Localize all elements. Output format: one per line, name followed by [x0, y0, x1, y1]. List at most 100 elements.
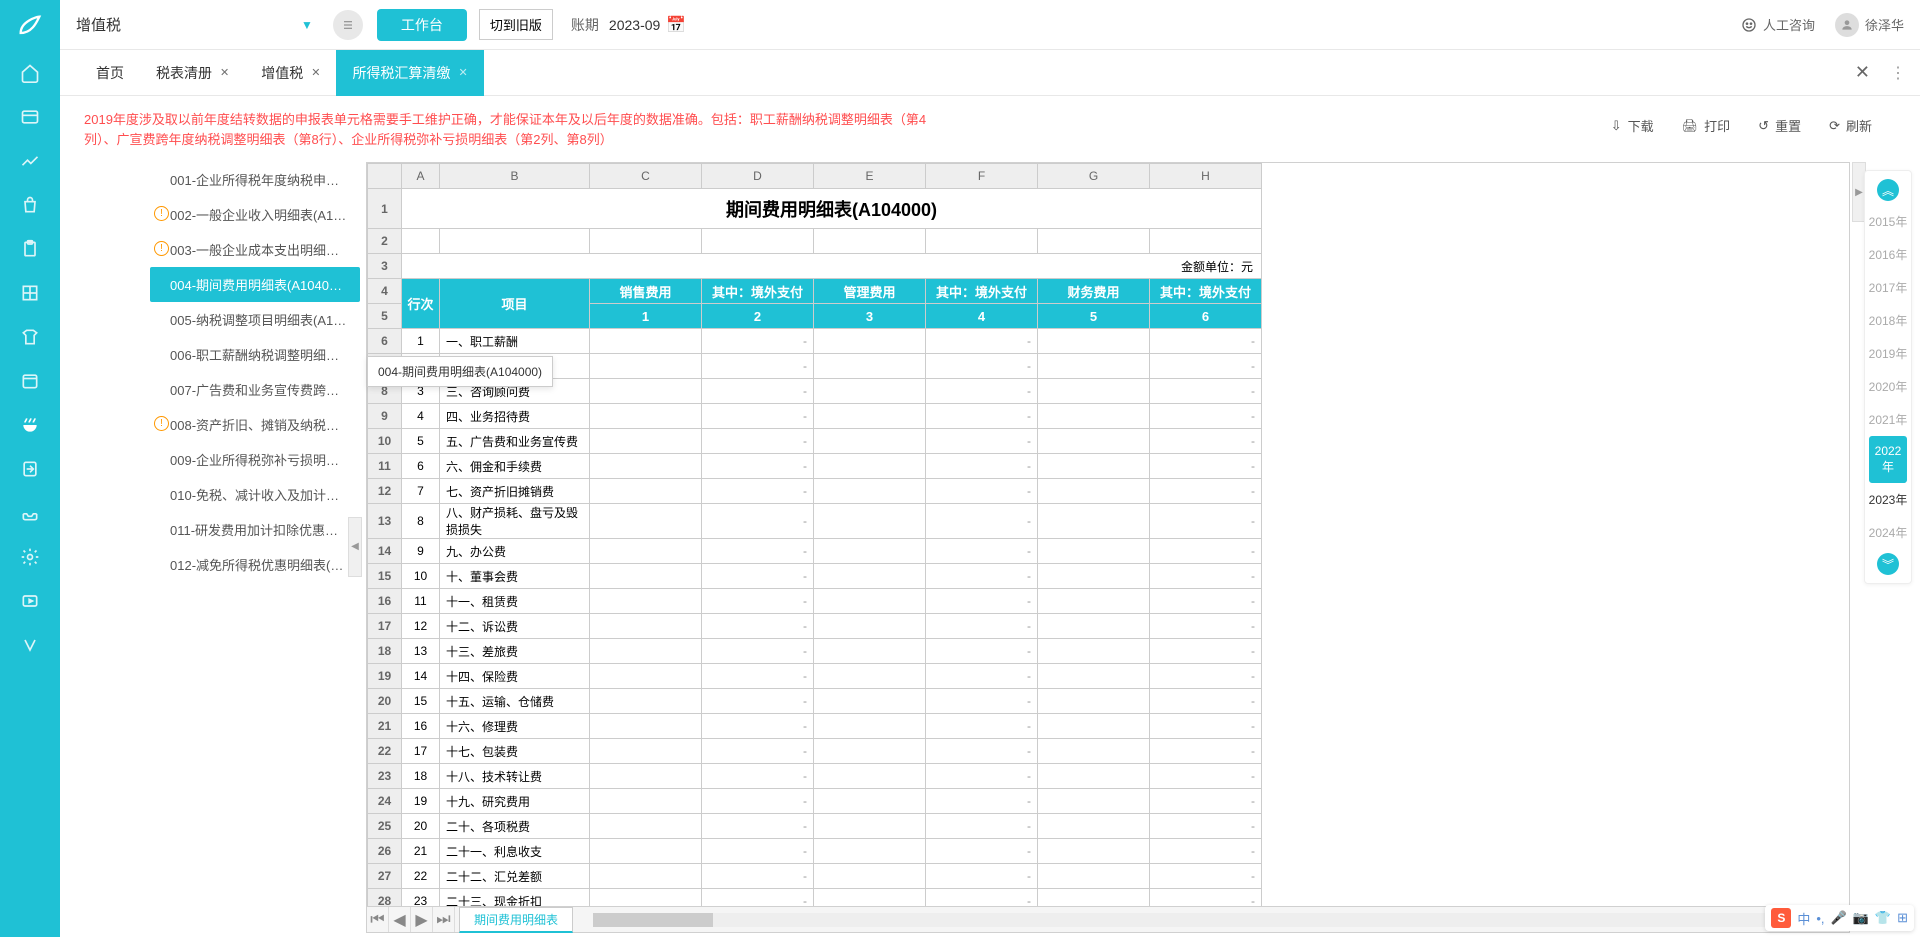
cell[interactable]: 十五、运输、仓储费 — [440, 689, 590, 714]
cell[interactable] — [814, 789, 926, 814]
cell[interactable]: - — [702, 889, 814, 907]
cell[interactable]: 项目 — [440, 279, 590, 329]
cell[interactable]: - — [1150, 814, 1262, 839]
cell[interactable] — [814, 404, 926, 429]
print-button[interactable]: 🖨打印 — [1682, 116, 1731, 135]
cell[interactable]: - — [1150, 714, 1262, 739]
cell[interactable] — [590, 889, 702, 907]
cell[interactable]: 15 — [402, 689, 440, 714]
home-icon[interactable] — [19, 62, 41, 84]
cell[interactable] — [590, 539, 702, 564]
consult-button[interactable]: 人工咨询 — [1741, 15, 1815, 34]
video-icon[interactable] — [19, 590, 41, 612]
cell[interactable] — [1038, 664, 1150, 689]
cell[interactable] — [814, 504, 926, 539]
cell[interactable]: - — [926, 454, 1038, 479]
cell[interactable] — [814, 689, 926, 714]
cell[interactable]: - — [702, 354, 814, 379]
close-icon[interactable]: ✕ — [311, 66, 320, 79]
cell[interactable] — [590, 764, 702, 789]
tree-item-4[interactable]: 005-纳税调整项目明细表(A1… — [150, 302, 360, 337]
cell[interactable]: - — [926, 539, 1038, 564]
cell[interactable]: 二十一、利息收支 — [440, 839, 590, 864]
tree-item-10[interactable]: 011-研发费用加计扣除优惠… — [150, 512, 360, 547]
cell[interactable]: - — [1150, 329, 1262, 354]
cell[interactable]: - — [702, 329, 814, 354]
cell[interactable] — [814, 589, 926, 614]
tree-item-1[interactable]: 002-一般企业收入明细表(A1… — [150, 197, 360, 232]
cell[interactable] — [590, 689, 702, 714]
cell[interactable] — [814, 429, 926, 454]
cell[interactable]: - — [702, 864, 814, 889]
ime-item[interactable]: 👕 — [1875, 910, 1891, 926]
cell[interactable] — [1038, 564, 1150, 589]
cell[interactable] — [814, 889, 926, 907]
cell[interactable] — [590, 354, 702, 379]
cell[interactable] — [1038, 639, 1150, 664]
cell[interactable]: - — [702, 539, 814, 564]
cell[interactable] — [590, 614, 702, 639]
year-down-icon[interactable]: ︾ — [1877, 553, 1899, 575]
cell[interactable]: - — [702, 764, 814, 789]
cell[interactable]: 二十三、现金折扣 — [440, 889, 590, 907]
year-2024年[interactable]: 2024年 — [1865, 516, 1911, 549]
cell[interactable]: 4 — [926, 304, 1038, 329]
cell[interactable] — [1038, 354, 1150, 379]
cell[interactable] — [590, 564, 702, 589]
more-tabs-icon[interactable]: ⋮ — [1890, 63, 1906, 83]
table-icon[interactable] — [19, 282, 41, 304]
cell[interactable]: - — [926, 689, 1038, 714]
cell[interactable]: 五、广告费和业务宣传费 — [440, 429, 590, 454]
cell[interactable]: 18 — [402, 764, 440, 789]
cell[interactable] — [590, 664, 702, 689]
ime-badge[interactable]: S — [1771, 908, 1791, 928]
cell[interactable]: - — [1150, 564, 1262, 589]
cell[interactable]: 6 — [402, 454, 440, 479]
cell[interactable] — [814, 454, 926, 479]
cell[interactable] — [590, 589, 702, 614]
cell[interactable]: 21 — [402, 839, 440, 864]
cell[interactable]: - — [1150, 789, 1262, 814]
cell[interactable] — [814, 739, 926, 764]
cell[interactable]: 1 — [402, 329, 440, 354]
cell[interactable]: - — [702, 479, 814, 504]
cell[interactable] — [590, 329, 702, 354]
chart-icon[interactable] — [19, 150, 41, 172]
horizontal-scrollbar[interactable] — [593, 913, 1849, 927]
cell[interactable] — [590, 814, 702, 839]
cell[interactable]: 二十二、汇兑差额 — [440, 864, 590, 889]
cell[interactable]: 22 — [402, 864, 440, 889]
cell[interactable]: - — [926, 739, 1038, 764]
tab-1[interactable]: 税表清册✕ — [140, 50, 245, 96]
cell[interactable]: 1 — [590, 304, 702, 329]
year-2016年[interactable]: 2016年 — [1865, 238, 1911, 271]
cell[interactable]: - — [1150, 614, 1262, 639]
cell[interactable]: - — [702, 789, 814, 814]
cell[interactable]: 8 — [402, 504, 440, 539]
cell[interactable]: - — [926, 789, 1038, 814]
ime-item[interactable]: 中 — [1797, 909, 1810, 928]
tab-3[interactable]: 所得税汇算清缴✕ — [336, 50, 483, 96]
cell[interactable] — [1038, 839, 1150, 864]
cell[interactable] — [1038, 764, 1150, 789]
list-button[interactable] — [333, 10, 363, 40]
cell[interactable] — [1038, 429, 1150, 454]
ime-item[interactable]: •, — [1816, 911, 1824, 926]
cell[interactable] — [1038, 814, 1150, 839]
cell[interactable]: - — [1150, 739, 1262, 764]
refresh-button[interactable]: ⟳刷新 — [1829, 116, 1872, 135]
cell[interactable]: - — [1150, 589, 1262, 614]
cell[interactable] — [1038, 589, 1150, 614]
cell[interactable]: - — [926, 504, 1038, 539]
cell[interactable]: - — [1150, 404, 1262, 429]
cell[interactable]: - — [702, 614, 814, 639]
cell[interactable] — [590, 229, 702, 254]
cell[interactable]: 二十、各项税费 — [440, 814, 590, 839]
cell[interactable]: 5 — [402, 429, 440, 454]
cell[interactable]: 十七、包装费 — [440, 739, 590, 764]
cell[interactable]: 3 — [814, 304, 926, 329]
cell[interactable] — [814, 714, 926, 739]
tree-item-7[interactable]: 008-资产折旧、摊销及纳税… — [150, 407, 360, 442]
cell[interactable]: 十二、诉讼费 — [440, 614, 590, 639]
cell[interactable] — [814, 614, 926, 639]
